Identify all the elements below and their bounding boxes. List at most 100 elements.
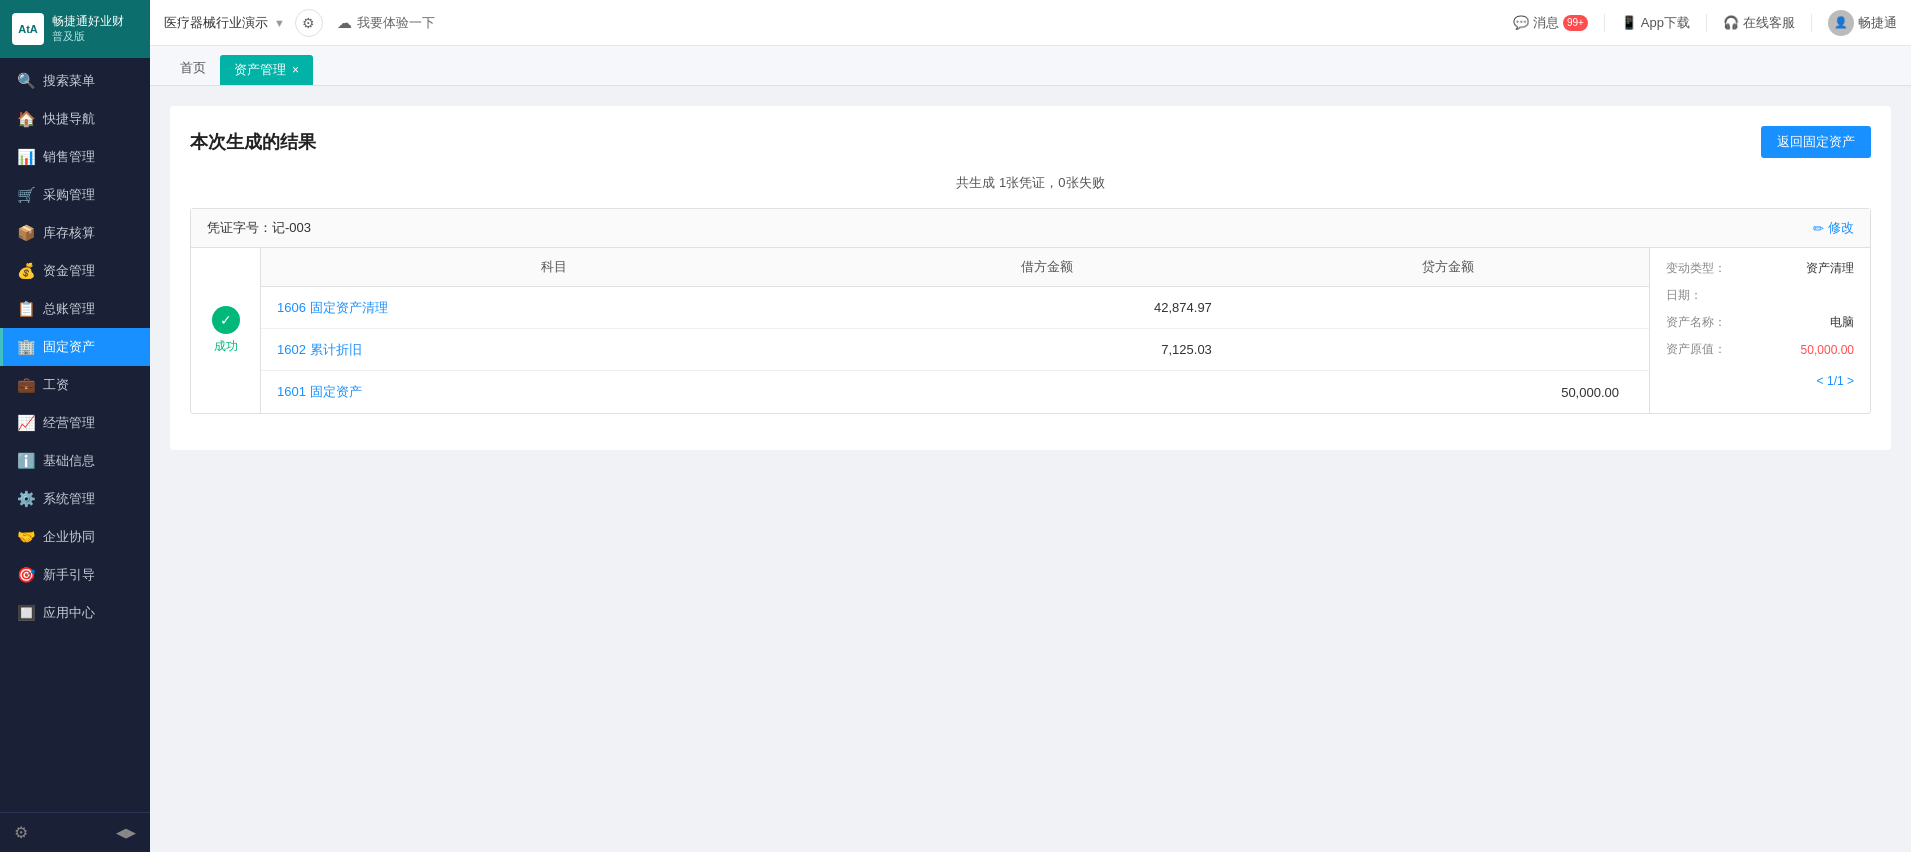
return-button[interactable]: 返回固定资产 <box>1761 126 1871 158</box>
sidebar-item-经营管理[interactable]: 📈 经营管理 <box>0 404 150 442</box>
table-row: 1606 固定资产清理 42,874.97 <box>261 287 1649 329</box>
sidebar-item-固定资产[interactable]: 🏢 固定资产 <box>0 328 150 366</box>
app-version: 普及版 <box>52 29 124 44</box>
sidebar: AtA 畅捷通好业财 普及版 🔍 搜索菜单 🏠 快捷导航 📊 销售管理 🛒 采购… <box>0 0 150 852</box>
nav-label-13: 新手引导 <box>43 566 95 584</box>
sidebar-item-工资[interactable]: 💼 工资 <box>0 366 150 404</box>
company-selector[interactable]: 医疗器械行业演示 ▼ <box>164 14 285 32</box>
status-text: 成功 <box>214 338 238 355</box>
sidebar-item-资金管理[interactable]: 💰 资金管理 <box>0 252 150 290</box>
nav-icon-12: 🤝 <box>17 528 35 546</box>
tab-label: 资产管理 <box>234 61 286 79</box>
settings-icon[interactable]: ⚙ <box>14 823 28 842</box>
sidebar-item-搜索菜单[interactable]: 🔍 搜索菜单 <box>0 62 150 100</box>
company-name: 医疗器械行业演示 <box>164 14 268 32</box>
cell-subject-0: 1606 固定资产清理 <box>261 289 835 327</box>
cell-subject-2: 1601 固定资产 <box>261 373 835 411</box>
cell-credit-1 <box>1242 340 1649 360</box>
detail-asset-name: 资产名称： 电脑 <box>1666 314 1854 331</box>
tab-asset-management[interactable]: 资产管理 × <box>220 55 313 85</box>
tab-home[interactable]: 首页 <box>166 53 220 85</box>
cell-credit-2: 50,000.00 <box>1242 375 1649 410</box>
sidebar-logo: AtA 畅捷通好业财 普及版 <box>0 0 150 58</box>
nav-label-8: 工资 <box>43 376 69 394</box>
user-profile[interactable]: 👤 畅捷通 <box>1828 10 1897 36</box>
avatar: 👤 <box>1828 10 1854 36</box>
detail-pagination: < 1/1 > <box>1666 374 1854 388</box>
detail-change-type: 变动类型： 资产清理 <box>1666 260 1854 277</box>
collapse-icon[interactable]: ◀▶ <box>116 825 136 840</box>
nav-icon-5: 💰 <box>17 262 35 280</box>
nav-icon-7: 🏢 <box>17 338 35 356</box>
main-area: 医疗器械行业演示 ▼ ⚙ ☁ 我要体验一下 💬 消息 99+ 📱 App下载 🎧… <box>150 0 1911 852</box>
voucher-detail: 变动类型： 资产清理 日期： 资产名称： 电脑 资产原值： <box>1650 248 1870 413</box>
edit-button[interactable]: ✏ 修改 <box>1813 219 1854 237</box>
nav-icon-10: ℹ️ <box>17 452 35 470</box>
next-page-icon[interactable]: > <box>1847 374 1854 388</box>
experience-button[interactable]: ☁ 我要体验一下 <box>337 14 435 32</box>
nav-label-7: 固定资产 <box>43 338 95 356</box>
cloud-icon: ☁ <box>337 14 352 32</box>
page-indicator: 1/1 <box>1827 374 1847 388</box>
cell-debit-1: 7,125.03 <box>835 332 1242 367</box>
username: 畅捷通 <box>1858 14 1897 32</box>
voucher-body: ✓ 成功 科目 借方金额 贷方金额 1606 固定资产清理 42, <box>191 248 1870 413</box>
divider3 <box>1811 14 1812 32</box>
table-row: 1601 固定资产 50,000.00 <box>261 371 1649 413</box>
page-title: 本次生成的结果 <box>190 130 316 154</box>
sidebar-footer: ⚙ ◀▶ <box>0 812 150 852</box>
nav-label-0: 搜索菜单 <box>43 72 95 90</box>
sidebar-item-销售管理[interactable]: 📊 销售管理 <box>0 138 150 176</box>
nav-icon-2: 📊 <box>17 148 35 166</box>
tabbar: 首页 资产管理 × <box>150 46 1911 86</box>
nav-label-1: 快捷导航 <box>43 110 95 128</box>
sidebar-item-库存核算[interactable]: 📦 库存核算 <box>0 214 150 252</box>
cell-subject-1: 1602 累计折旧 <box>261 331 835 369</box>
nav-icon-6: 📋 <box>17 300 35 318</box>
edit-icon: ✏ <box>1813 221 1824 236</box>
settings-button[interactable]: ⚙ <box>295 9 323 37</box>
nav-icon-0: 🔍 <box>17 72 35 90</box>
nav-icon-9: 📈 <box>17 414 35 432</box>
message-badge: 99+ <box>1563 15 1588 31</box>
col-credit: 贷方金额 <box>1248 248 1649 286</box>
nav-label-2: 销售管理 <box>43 148 95 166</box>
nav-label-4: 库存核算 <box>43 224 95 242</box>
nav-label-6: 总账管理 <box>43 300 95 318</box>
sidebar-item-系统管理[interactable]: ⚙️ 系统管理 <box>0 480 150 518</box>
summary-text: 共生成 1张凭证，0张失败 <box>190 174 1871 192</box>
voucher-number: 凭证字号：记-003 <box>207 219 311 237</box>
app-download-button[interactable]: 📱 App下载 <box>1621 14 1690 32</box>
table-row: 1602 累计折旧 7,125.03 <box>261 329 1649 371</box>
nav-icon-8: 💼 <box>17 376 35 394</box>
sidebar-item-快捷导航[interactable]: 🏠 快捷导航 <box>0 100 150 138</box>
cell-debit-2 <box>835 382 1242 402</box>
nav-label-12: 企业协同 <box>43 528 95 546</box>
nav-label-14: 应用中心 <box>43 604 95 622</box>
nav-icon-4: 📦 <box>17 224 35 242</box>
nav-icon-1: 🏠 <box>17 110 35 128</box>
voucher-section: 凭证字号：记-003 ✏ 修改 ✓ 成功 科目 <box>190 208 1871 414</box>
detail-date: 日期： <box>1666 287 1854 304</box>
divider <box>1604 14 1605 32</box>
nav-label-9: 经营管理 <box>43 414 95 432</box>
sidebar-item-基础信息[interactable]: ℹ️ 基础信息 <box>0 442 150 480</box>
sidebar-item-总账管理[interactable]: 📋 总账管理 <box>0 290 150 328</box>
nav-icon-3: 🛒 <box>17 186 35 204</box>
online-service-button[interactable]: 🎧 在线客服 <box>1723 14 1795 32</box>
col-debit: 借方金额 <box>847 248 1248 286</box>
success-icon: ✓ <box>212 306 240 334</box>
prev-page-icon[interactable]: < <box>1817 374 1824 388</box>
cell-debit-0: 42,874.97 <box>835 290 1242 325</box>
page-content: 本次生成的结果 返回固定资产 共生成 1张凭证，0张失败 凭证字号：记-003 … <box>150 86 1911 852</box>
tab-close-icon[interactable]: × <box>292 63 299 77</box>
headset-icon: 🎧 <box>1723 15 1739 30</box>
message-button[interactable]: 💬 消息 99+ <box>1513 14 1588 32</box>
sidebar-item-新手引导[interactable]: 🎯 新手引导 <box>0 556 150 594</box>
app-name: 畅捷通好业财 <box>52 14 124 30</box>
sidebar-item-企业协同[interactable]: 🤝 企业协同 <box>0 518 150 556</box>
table-header: 科目 借方金额 贷方金额 <box>261 248 1649 287</box>
cell-credit-0 <box>1242 298 1649 318</box>
sidebar-item-应用中心[interactable]: 🔲 应用中心 <box>0 594 150 632</box>
sidebar-item-采购管理[interactable]: 🛒 采购管理 <box>0 176 150 214</box>
